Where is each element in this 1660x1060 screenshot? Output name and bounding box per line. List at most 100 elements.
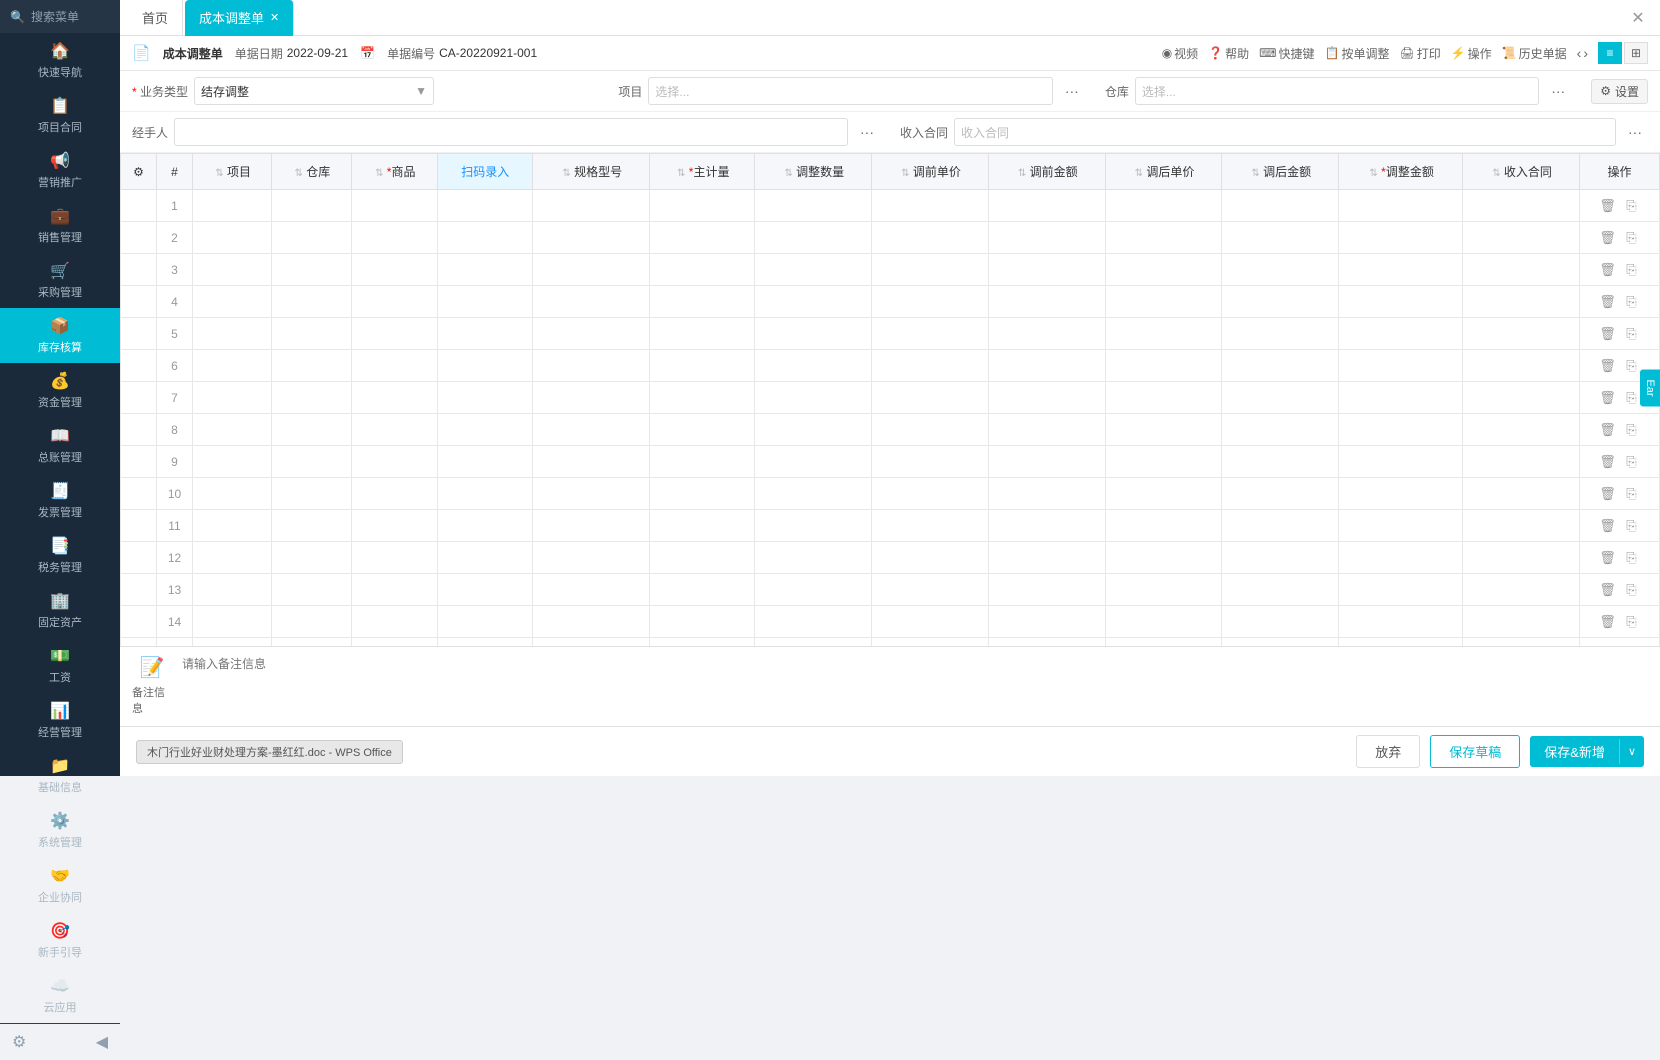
row-cell[interactable] xyxy=(533,510,650,542)
row-cell[interactable] xyxy=(193,638,272,647)
income-contract-dots-btn[interactable]: ··· xyxy=(1622,124,1648,140)
row-cell[interactable] xyxy=(755,190,872,222)
row-cell[interactable] xyxy=(193,414,272,446)
row-cell[interactable] xyxy=(1105,542,1222,574)
row-copy-icon[interactable]: ⎘ xyxy=(1622,580,1642,600)
row-cell[interactable] xyxy=(650,414,755,446)
row-cell[interactable] xyxy=(1463,542,1580,574)
row-cell[interactable] xyxy=(351,574,438,606)
row-cell[interactable] xyxy=(1222,254,1339,286)
row-cell[interactable] xyxy=(650,478,755,510)
row-cell[interactable] xyxy=(533,446,650,478)
taskbar-item[interactable]: 木门行业好业财处理方案-墨红红.doc - WPS Office xyxy=(136,740,403,764)
row-cell[interactable] xyxy=(1339,382,1463,414)
row-cell[interactable] xyxy=(272,638,351,647)
row-delete-icon[interactable]: 🗑 xyxy=(1598,516,1618,536)
row-cell[interactable] xyxy=(438,222,533,254)
row-cell[interactable] xyxy=(438,446,533,478)
row-cell[interactable] xyxy=(1463,510,1580,542)
row-cell[interactable] xyxy=(1339,478,1463,510)
row-cell[interactable] xyxy=(1339,350,1463,382)
row-delete-icon[interactable]: 🗑 xyxy=(1598,356,1618,376)
row-cell[interactable] xyxy=(1339,254,1463,286)
row-cell[interactable] xyxy=(1463,318,1580,350)
row-cell[interactable] xyxy=(1339,286,1463,318)
row-cell[interactable] xyxy=(755,542,872,574)
sidebar-item-cloud[interactable]: ☁️ 云应用 xyxy=(0,968,120,1023)
row-cell[interactable] xyxy=(1463,286,1580,318)
row-delete-icon[interactable]: 🗑 xyxy=(1598,484,1618,504)
row-cell[interactable] xyxy=(533,254,650,286)
sidebar-item-assets[interactable]: 🏢 固定资产 xyxy=(0,583,120,638)
row-cell[interactable] xyxy=(650,318,755,350)
row-cell[interactable] xyxy=(533,190,650,222)
row-cell[interactable] xyxy=(650,382,755,414)
agent-dots-btn[interactable]: ··· xyxy=(854,124,880,140)
row-cell[interactable] xyxy=(1339,414,1463,446)
row-cell[interactable] xyxy=(1105,222,1222,254)
row-cell[interactable] xyxy=(272,190,351,222)
row-cell[interactable] xyxy=(1463,478,1580,510)
row-cell[interactable] xyxy=(272,318,351,350)
tab-cost-adjust[interactable]: 成本调整单 ✕ xyxy=(185,0,294,36)
row-cell[interactable] xyxy=(533,382,650,414)
row-cell[interactable] xyxy=(1222,606,1339,638)
row-copy-icon[interactable]: ⎘ xyxy=(1622,228,1642,248)
row-copy-icon[interactable]: ⎘ xyxy=(1622,516,1642,536)
row-cell[interactable] xyxy=(533,318,650,350)
row-delete-icon[interactable]: 🗑 xyxy=(1598,452,1618,472)
row-cell[interactable] xyxy=(1463,574,1580,606)
row-cell[interactable] xyxy=(1105,190,1222,222)
row-copy-icon[interactable]: ⎘ xyxy=(1622,644,1642,647)
row-cell[interactable] xyxy=(755,350,872,382)
row-cell[interactable] xyxy=(272,478,351,510)
sidebar-item-payroll[interactable]: 💵 工资 xyxy=(0,638,120,693)
row-cell[interactable] xyxy=(1463,222,1580,254)
row-cell[interactable] xyxy=(1222,382,1339,414)
notes-input[interactable] xyxy=(182,655,1648,715)
row-cell[interactable] xyxy=(193,222,272,254)
row-copy-icon[interactable]: ⎘ xyxy=(1622,356,1642,376)
row-cell[interactable] xyxy=(650,190,755,222)
row-cell[interactable] xyxy=(1339,574,1463,606)
row-cell[interactable] xyxy=(1463,190,1580,222)
row-cell[interactable] xyxy=(1222,510,1339,542)
row-delete-icon[interactable]: 🗑 xyxy=(1598,644,1618,647)
row-cell[interactable] xyxy=(1222,190,1339,222)
row-cell[interactable] xyxy=(351,382,438,414)
row-cell[interactable] xyxy=(193,574,272,606)
row-cell[interactable] xyxy=(872,574,989,606)
row-cell[interactable] xyxy=(755,446,872,478)
toolbar-action-operation[interactable]: ⚡ 操作 xyxy=(1451,45,1492,62)
row-cell[interactable] xyxy=(1339,318,1463,350)
row-cell[interactable] xyxy=(1222,638,1339,647)
project-field[interactable]: 选择... xyxy=(648,77,1052,105)
income-contract-field[interactable]: 收入合同 xyxy=(954,118,1616,146)
col-gear[interactable]: ⚙ xyxy=(121,154,157,190)
row-cell[interactable] xyxy=(351,510,438,542)
row-cell[interactable] xyxy=(755,318,872,350)
row-cell[interactable] xyxy=(438,542,533,574)
row-cell[interactable] xyxy=(193,542,272,574)
save-new-main[interactable]: 保存&新增 xyxy=(1530,736,1619,767)
row-copy-icon[interactable]: ⎘ xyxy=(1622,260,1642,280)
row-cell[interactable] xyxy=(872,542,989,574)
row-cell[interactable] xyxy=(533,542,650,574)
row-delete-icon[interactable]: 🗑 xyxy=(1598,196,1618,216)
row-cell[interactable] xyxy=(872,286,989,318)
row-cell[interactable] xyxy=(1339,638,1463,647)
sidebar-search[interactable]: 🔍 搜索菜单 xyxy=(0,0,120,33)
row-cell[interactable] xyxy=(650,510,755,542)
row-copy-icon[interactable]: ⎘ xyxy=(1622,484,1642,504)
row-cell[interactable] xyxy=(755,414,872,446)
row-cell[interactable] xyxy=(272,382,351,414)
sidebar-settings-icon[interactable]: ⚙ xyxy=(12,1032,26,1052)
row-cell[interactable] xyxy=(438,190,533,222)
row-cell[interactable] xyxy=(1222,574,1339,606)
row-cell[interactable] xyxy=(755,382,872,414)
save-new-button[interactable]: 保存&新增 ∨ xyxy=(1530,736,1644,767)
row-cell[interactable] xyxy=(988,638,1105,647)
sidebar-item-invoice[interactable]: 🧾 发票管理 xyxy=(0,473,120,528)
row-cell[interactable] xyxy=(351,414,438,446)
row-cell[interactable] xyxy=(872,478,989,510)
